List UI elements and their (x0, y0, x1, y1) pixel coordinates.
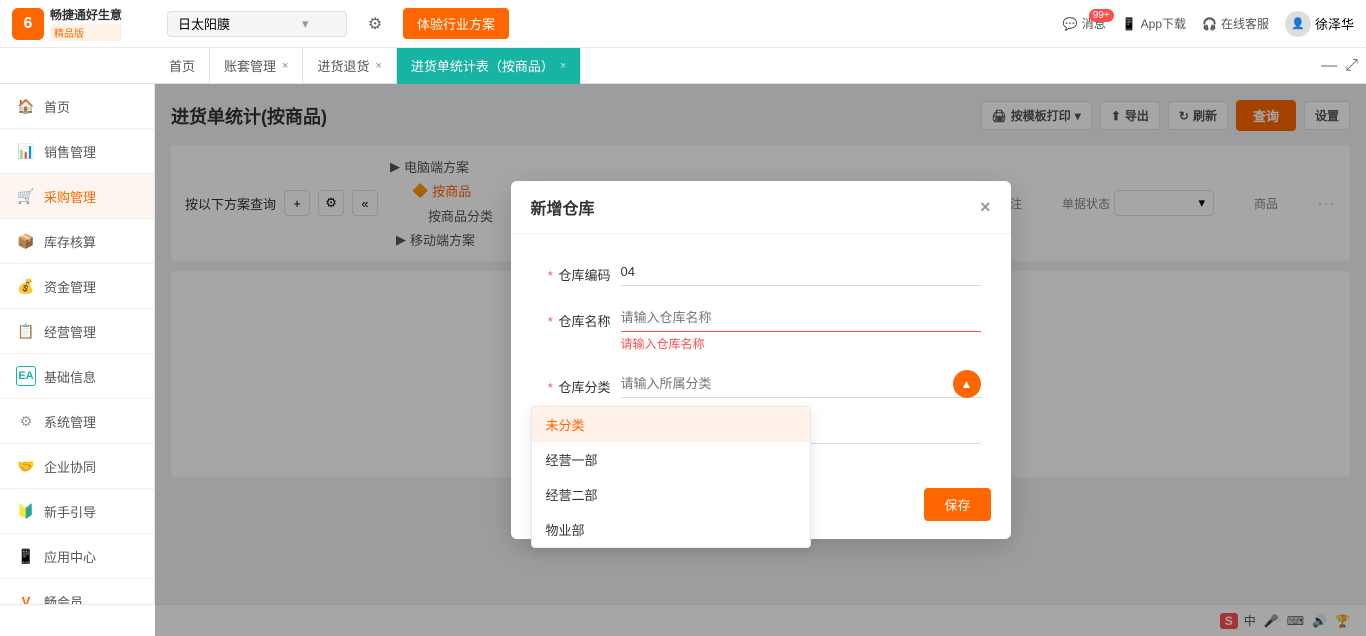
dropdown-option-dept1[interactable]: 经营一部 (532, 442, 810, 477)
top-header: 6 畅捷通好生意 精品版 ▾ ⚙ 体验行业方案 💬 消息 99+ 📱 App下载… (0, 0, 1366, 48)
phone-icon: 📱 (1122, 17, 1137, 31)
tab-bar-actions: — ⤢ (1321, 57, 1366, 75)
dropdown-option-dept3[interactable]: 物业部 (532, 512, 810, 547)
sidebar-item-home[interactable]: 🏠 首页 (0, 84, 154, 129)
message-icon: 💬 (1063, 17, 1078, 31)
basic-info-icon: EA (16, 366, 36, 386)
name-error-message: 请输入仓库名称 (621, 335, 981, 352)
user-menu[interactable]: 👤 徐泽华 (1285, 11, 1354, 37)
inventory-icon: 📦 (16, 231, 36, 251)
newbie-icon: 🔰 (16, 501, 36, 521)
sidebar-item-enterprise[interactable]: 🤝 企业协同 (0, 444, 154, 489)
form-row-name: * 仓库名称 请输入仓库名称 (541, 304, 981, 352)
category-dropdown-arrow[interactable]: ▲ (953, 370, 981, 398)
tab-purchase-stats-close[interactable]: × (560, 60, 566, 72)
notif-badge: 99+ (1089, 9, 1114, 22)
tab-purchase-return-close[interactable]: × (375, 60, 381, 72)
purchase-icon: 🛒 (16, 186, 36, 206)
sidebar-item-finance[interactable]: 💰 资金管理 (0, 264, 154, 309)
modal-title: 新增仓库 (531, 195, 595, 219)
search-input[interactable] (178, 16, 298, 31)
sales-icon: 📊 (16, 141, 36, 161)
tab-purchase-stats[interactable]: 进货单统计表（按商品） × (397, 48, 581, 84)
content-area: 进货单统计(按商品) 🖨 按模板打印 ▾ ⬆ 导出 ↻ 刷新 查询 (155, 84, 1366, 636)
main-layout: 🏠 首页 📊 销售管理 🛒 采购管理 📦 库存核算 💰 资金管理 📋 经营管理 … (0, 84, 1366, 636)
settings-icon[interactable]: ⚙ (359, 8, 391, 40)
header-right: 💬 消息 99+ 📱 App下载 🎧 在线客服 👤 徐泽华 (1063, 11, 1354, 37)
dropdown-option-dept2[interactable]: 经营二部 (532, 477, 810, 512)
search-box[interactable]: ▾ (167, 11, 347, 37)
enterprise-icon: 🤝 (16, 456, 36, 476)
logo-icon: 6 (12, 8, 44, 40)
user-name: 徐泽华 (1315, 14, 1354, 33)
modal-close-button[interactable]: × (980, 198, 991, 216)
app-download-button[interactable]: 📱 App下载 (1122, 15, 1186, 32)
code-label: * 仓库编码 (541, 258, 621, 284)
name-label: * 仓库名称 (541, 304, 621, 330)
sidebar-item-basic-info[interactable]: EA 基础信息 (0, 354, 154, 399)
sidebar-item-newbie[interactable]: 🔰 新手引导 (0, 489, 154, 534)
finance-icon: 💰 (16, 276, 36, 296)
category-label: * 仓库分类 (541, 370, 621, 396)
form-row-code: * 仓库编码 (541, 258, 981, 286)
home-icon: 🏠 (16, 96, 36, 116)
user-avatar: 👤 (1285, 11, 1311, 37)
search-dropdown-arrow[interactable]: ▾ (302, 16, 309, 32)
category-input[interactable] (621, 370, 981, 398)
sidebar-item-system[interactable]: ⚙ 系统管理 (0, 399, 154, 444)
modal-overlay: 新增仓库 × * 仓库编码 (155, 84, 1366, 636)
tab-purchase-return[interactable]: 进货退货 × (303, 48, 396, 84)
sidebar-item-operations[interactable]: 📋 经营管理 (0, 309, 154, 354)
form-row-category: * 仓库分类 ▲ 未分类 经营一部 经营二部 物业部 (541, 370, 981, 398)
message-button[interactable]: 💬 消息 99+ (1063, 15, 1106, 32)
category-dropdown-list: 未分类 经营一部 经营二部 物业部 (531, 406, 811, 548)
code-field (621, 258, 981, 286)
sidebar-item-sales[interactable]: 📊 销售管理 (0, 129, 154, 174)
apps-icon: 📱 (16, 546, 36, 566)
modal-header: 新增仓库 × (511, 181, 1011, 234)
sidebar-item-purchase[interactable]: 🛒 采购管理 (0, 174, 154, 219)
new-warehouse-modal: 新增仓库 × * 仓库编码 (511, 181, 1011, 539)
sidebar: 🏠 首页 📊 销售管理 🛒 采购管理 📦 库存核算 💰 资金管理 📋 经营管理 … (0, 84, 155, 636)
sidebar-item-inventory[interactable]: 📦 库存核算 (0, 219, 154, 264)
tab-expand-icon[interactable]: ⤢ (1345, 57, 1358, 75)
operations-icon: 📋 (16, 321, 36, 341)
name-input[interactable] (621, 304, 981, 332)
name-field: 请输入仓库名称 (621, 304, 981, 352)
tab-home[interactable]: 首页 (155, 48, 210, 84)
sidebar-item-apps[interactable]: 📱 应用中心 (0, 534, 154, 579)
category-field: ▲ 未分类 经营一部 经营二部 物业部 (621, 370, 981, 398)
tab-minimize-icon[interactable]: — (1321, 57, 1337, 75)
dropdown-option-uncategorized[interactable]: 未分类 (532, 407, 810, 442)
code-input[interactable] (621, 258, 981, 286)
trial-button[interactable]: 体验行业方案 (403, 8, 509, 39)
save-button[interactable]: 保存 (924, 488, 990, 521)
tab-accounts[interactable]: 账套管理 × (210, 48, 303, 84)
headset-icon: 🎧 (1202, 17, 1217, 31)
system-icon: ⚙ (16, 411, 36, 431)
tab-accounts-close[interactable]: × (282, 60, 288, 72)
online-service-button[interactable]: 🎧 在线客服 (1202, 15, 1269, 32)
logo-area: 6 畅捷通好生意 精品版 (12, 6, 167, 41)
logo-text: 畅捷通好生意 精品版 (50, 6, 122, 41)
modal-body: * 仓库编码 * 仓库名称 (511, 234, 1011, 478)
tab-bar: 首页 账套管理 × 进货退货 × 进货单统计表（按商品） × — ⤢ (0, 48, 1366, 84)
